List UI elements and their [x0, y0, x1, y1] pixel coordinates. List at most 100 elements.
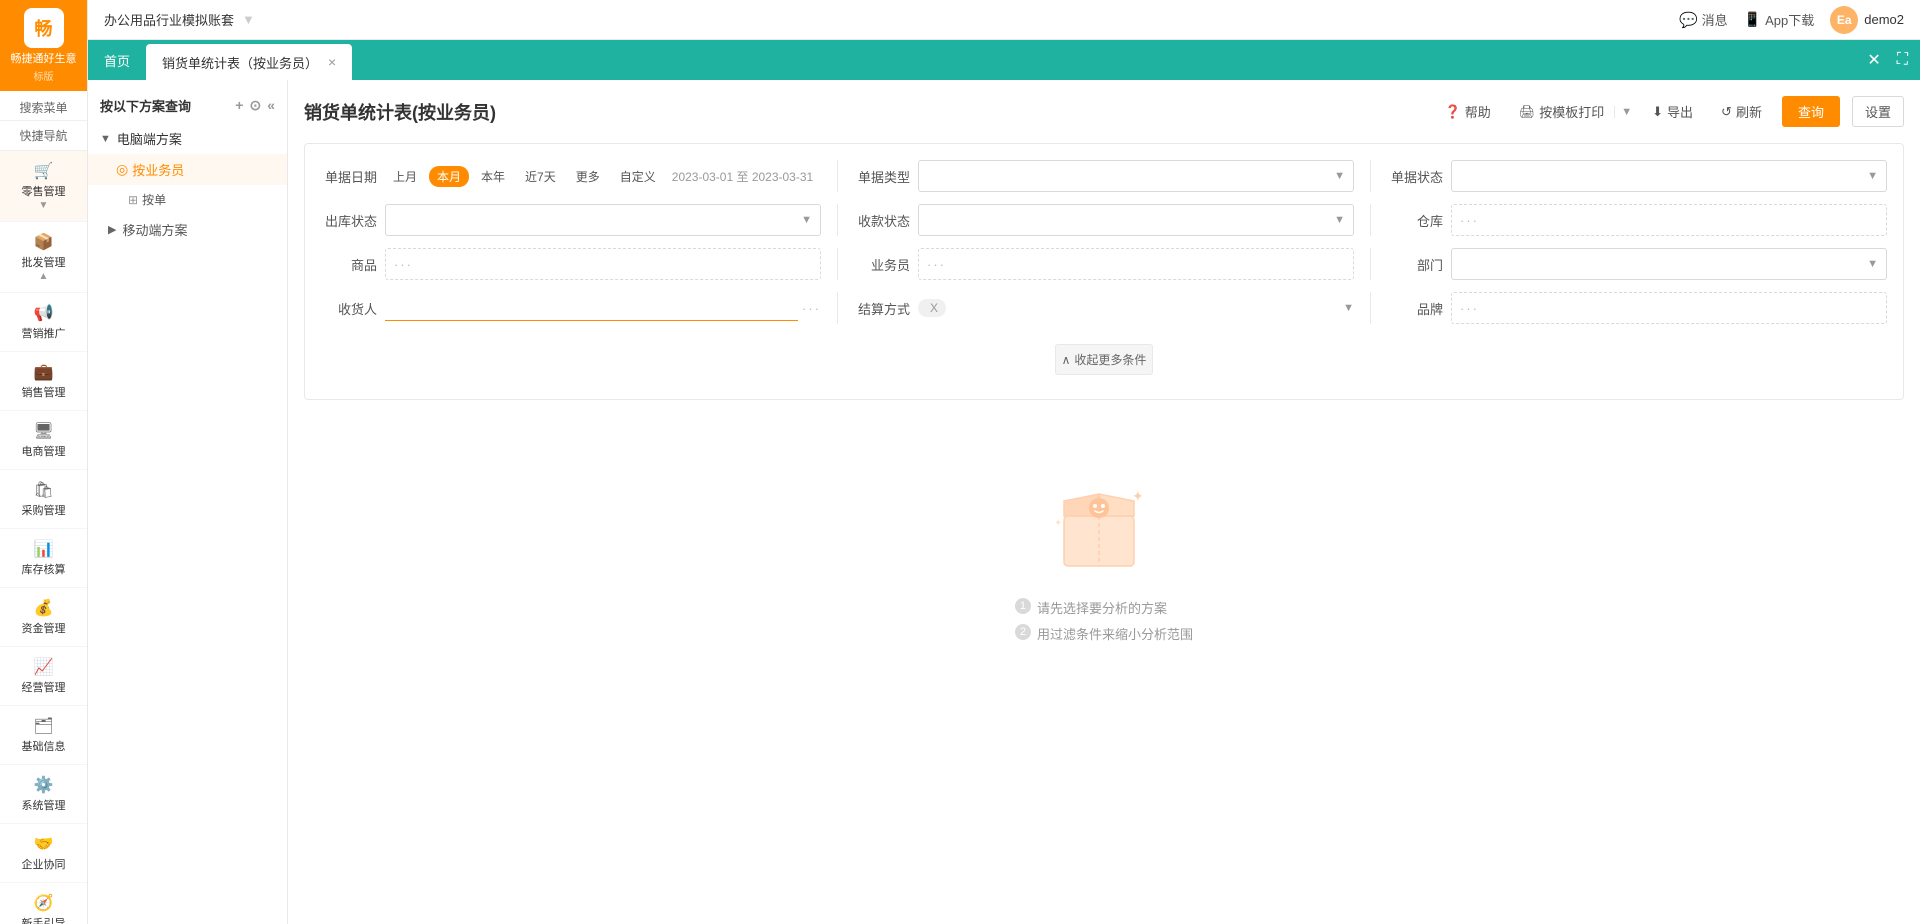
brand-select[interactable]: ··· [1451, 292, 1887, 324]
filter-row-4: 收货人 ··· 结算方式 X ▼ [321, 292, 1887, 324]
sidebar-item-inventory[interactable]: 📊 库存核算 [0, 529, 87, 588]
department-select[interactable]: ▼ [1451, 248, 1887, 280]
payment-arrow-icon: ▼ [1334, 214, 1345, 226]
breadcrumb-arrow-icon: ▼ [242, 12, 255, 27]
payment-select[interactable]: ▼ [918, 204, 1354, 236]
schema-group-pc-header[interactable]: ▼ 电脑端方案 [88, 123, 287, 154]
schema-group-mobile: ▶ 移动端方案 [88, 214, 287, 245]
collapse-btn[interactable]: ∧ 收起更多条件 [1055, 344, 1154, 375]
avatar: Ea [1830, 6, 1858, 34]
sidebar-item-system[interactable]: ⚙️ 系统管理 [0, 765, 87, 824]
collapse-panel-icon[interactable]: « [267, 97, 275, 114]
tab-close-icon[interactable]: × [328, 54, 336, 70]
print-dropdown-group: 🖨 按模板打印 ▼ [1511, 98, 1632, 125]
print-dropdown-arrow-icon[interactable]: ▼ [1614, 106, 1632, 118]
help-btn[interactable]: ❓ 帮助 [1437, 98, 1499, 125]
settlement-tag-close-icon[interactable]: X [930, 301, 938, 315]
settings-btn[interactable]: 设置 [1852, 96, 1904, 127]
step1-num: 1 [1015, 598, 1031, 614]
export-btn[interactable]: ⬇ 导出 [1644, 98, 1701, 125]
help-label: 帮助 [1465, 102, 1491, 121]
sidebar-item-ecommerce[interactable]: 🖥 电商管理 [0, 411, 87, 470]
add-schema-icon[interactable]: + [235, 97, 243, 114]
sidebar-item-wholesale[interactable]: 📦 批发管理 ▲ [0, 222, 87, 293]
sidebar-item-operations[interactable]: 📈 经营管理 [0, 647, 87, 706]
sidebar-quicknav[interactable]: 快捷导航 [0, 121, 87, 151]
filter-row-3: 商品 ··· 业务员 ··· 部门 [321, 248, 1887, 280]
goods-select[interactable]: ··· [385, 248, 821, 280]
warehouse-label: 仓库 [1387, 211, 1443, 230]
empty-illustration: ✦ ✦ [1044, 476, 1164, 576]
message-label: 消息 [1702, 10, 1728, 29]
doc-status-arrow-icon: ▼ [1867, 170, 1878, 182]
wholesale-icon: 📦 [34, 232, 54, 252]
salesperson-select[interactable]: ··· [918, 248, 1354, 280]
step2-num: 2 [1015, 624, 1031, 640]
date-btn-thismonth[interactable]: 本月 [429, 166, 469, 187]
tab-close-window-btn[interactable]: ✕ [1863, 46, 1884, 74]
sidebar-item-newuser[interactable]: 🧭 新手引导 [0, 883, 87, 924]
sidebar-item-enterprise[interactable]: 🤝 企业协同 [0, 824, 87, 883]
doc-status-select[interactable]: ▼ [1451, 160, 1887, 192]
refresh-btn[interactable]: ↺ 刷新 [1713, 98, 1770, 125]
filter-warehouse: 仓库 ··· [1387, 204, 1887, 236]
topbar: 办公用品行业模拟账套 ▼ 💬 消息 📱 App下载 Ea demo2 [88, 0, 1920, 40]
app-logo[interactable]: 畅 畅捷通好生意 标版 [0, 0, 87, 91]
finance-icon: 💰 [34, 598, 54, 618]
sidebar-item-sales[interactable]: 💼 销售管理 [0, 352, 87, 411]
payment-label: 收款状态 [854, 211, 910, 230]
quicknav-label[interactable]: 快捷导航 [19, 129, 67, 143]
message-icon: 💬 [1679, 11, 1698, 29]
filter-consignee: 收货人 ··· [321, 295, 821, 321]
refresh-icon: ↺ [1721, 104, 1732, 120]
date-btn-more[interactable]: 更多 [568, 166, 608, 187]
schema-group-mobile-header[interactable]: ▶ 移动端方案 [88, 214, 287, 245]
date-btn-7days[interactable]: 近7天 [517, 166, 564, 187]
tabs-actions: ✕ ⛶ [1863, 46, 1920, 74]
filter-row-1: 单据日期 上月 本月 本年 近7天 更多 自定义 2023-03-01 至 20… [321, 160, 1887, 192]
date-btn-custom[interactable]: 自定义 [612, 166, 664, 187]
schema-item-salesperson[interactable]: ◎ 按业务员 [88, 154, 287, 185]
message-action[interactable]: 💬 消息 [1679, 10, 1728, 29]
settings-schema-icon[interactable]: ⊙ [249, 97, 261, 114]
date-btn-thisyear[interactable]: 本年 [473, 166, 513, 187]
warehouse-select[interactable]: ··· [1451, 204, 1887, 236]
tab-restore-btn[interactable]: ⛶ [1893, 47, 1912, 73]
tab-home[interactable]: 首页 [88, 40, 146, 80]
filter-form: 单据日期 上月 本月 本年 近7天 更多 自定义 2023-03-01 至 20… [304, 143, 1904, 400]
help-icon: ❓ [1445, 104, 1461, 120]
query-btn[interactable]: 查询 [1782, 96, 1840, 127]
user-menu[interactable]: Ea demo2 [1830, 6, 1904, 34]
sidebar-item-retail[interactable]: 🛒 零售管理 ▼ [0, 151, 87, 222]
sidebar-item-basics[interactable]: 🗂 基础信息 [0, 706, 87, 765]
search-menu-label[interactable]: 搜索菜单 [19, 101, 67, 115]
sidebar-nav: 🛒 零售管理 ▼ 📦 批发管理 ▲ 📢 营销推广 💼 销售管理 🖥 电商管理 🛍… [0, 151, 87, 924]
tab-sales-stat[interactable]: 销货单统计表（按业务员） × [146, 44, 352, 80]
app-download-label: App下载 [1765, 10, 1814, 29]
doc-type-select[interactable]: ▼ [918, 160, 1354, 192]
sidebar-item-finance[interactable]: 💰 资金管理 [0, 588, 87, 647]
salesperson-schema-label: 按业务员 [132, 160, 184, 179]
print-btn[interactable]: 🖨 按模板打印 [1511, 98, 1613, 125]
schema-item-order[interactable]: ⊞ 按单 [88, 185, 287, 214]
brand-dots-icon: ··· [1460, 301, 1479, 316]
sidebar-item-marketing[interactable]: 📢 营销推广 [0, 293, 87, 352]
collapse-area: ∧ 收起更多条件 [321, 336, 1887, 383]
settlement-arrow-icon[interactable]: ▼ [1343, 302, 1354, 314]
consignee-input[interactable] [385, 295, 798, 321]
filter-department: 部门 ▼ [1387, 248, 1887, 280]
department-arrow-icon: ▼ [1867, 258, 1878, 270]
marketing-icon: 📢 [34, 303, 54, 323]
tag-label: 标版 [34, 68, 54, 83]
shipment-select[interactable]: ▼ [385, 204, 821, 236]
shipment-arrow-icon: ▼ [801, 214, 812, 226]
app-download-action[interactable]: 📱 App下载 [1744, 10, 1815, 29]
consignee-dots-icon: ··· [802, 301, 821, 316]
order-schema-label: 按单 [142, 191, 166, 208]
date-btn-lastmonth[interactable]: 上月 [385, 166, 425, 187]
sidebar-item-purchase[interactable]: 🛍 采购管理 [0, 470, 87, 529]
svg-text:✦: ✦ [1054, 518, 1062, 529]
salesperson-dots-icon: ··· [927, 257, 946, 272]
sidebar-search[interactable]: 搜索菜单 [0, 91, 87, 121]
collapse-label: 收起更多条件 [1074, 351, 1146, 368]
